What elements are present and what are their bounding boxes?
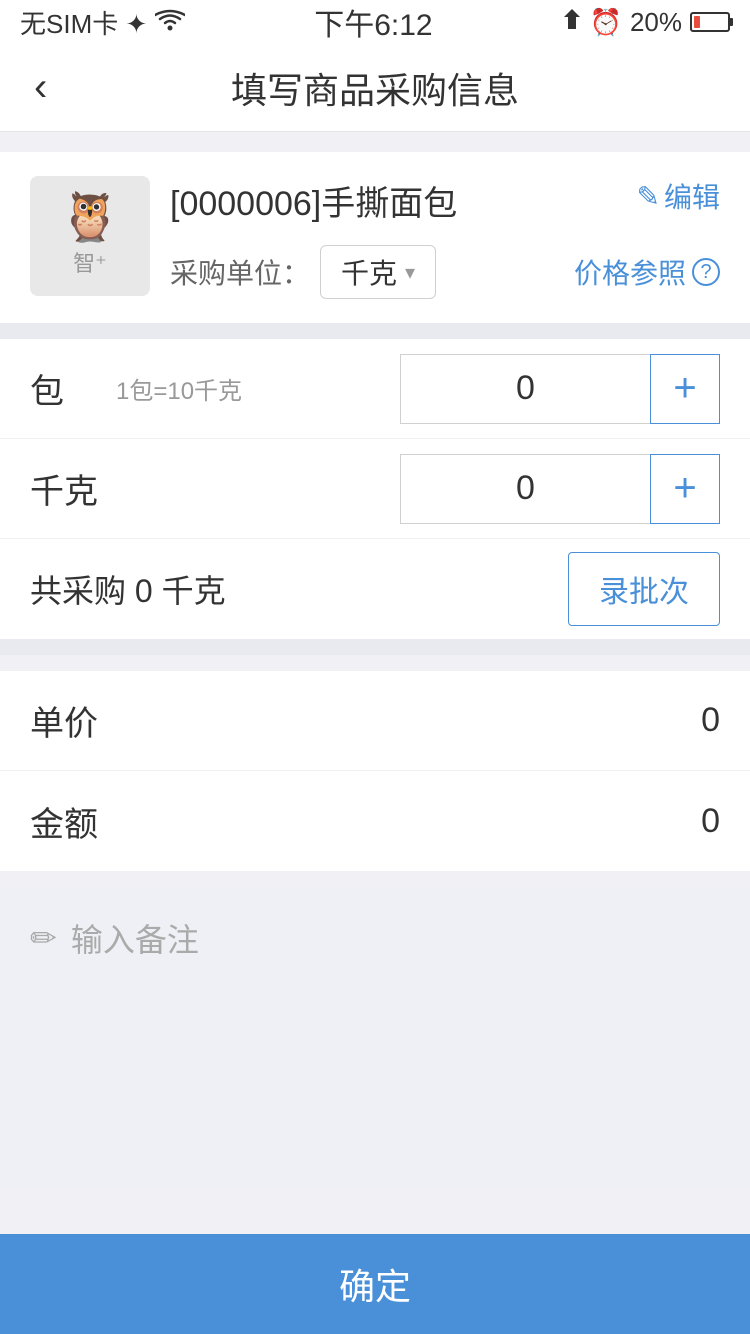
unit-price-value: 0 [701, 701, 720, 740]
bag-plus-button[interactable]: + [650, 354, 720, 424]
product-name: [0000006]手撕面包 [170, 176, 457, 225]
pencil-icon: ✏ [30, 919, 57, 957]
status-time: 下午6:12 [314, 0, 432, 44]
batch-button[interactable]: 录批次 [568, 552, 720, 626]
unit-value: 千克 [341, 252, 397, 292]
bag-label: 包 [30, 364, 110, 413]
bag-sublabel: 1包=10千克 [116, 371, 242, 406]
kg-label: 千克 [30, 464, 110, 513]
edit-label: 编辑 [664, 176, 720, 216]
page-title: 填写商品采购信息 [231, 62, 519, 114]
total-text: 共采购 0 千克 [30, 566, 226, 612]
edit-button[interactable]: ✎ 编辑 [637, 176, 720, 216]
product-name-row: [0000006]手撕面包 ✎ 编辑 [170, 176, 720, 225]
owl-icon: 🦉 [60, 194, 120, 242]
kg-quantity-input[interactable] [400, 454, 650, 524]
bag-input-section: 包 1包=10千克 + 千克 + [0, 339, 750, 539]
unit-price-row: 单价 0 [0, 671, 750, 771]
product-card: 🦉 智⁺ [0000006]手撕面包 ✎ 编辑 采购单位： 千克 ▾ [0, 152, 750, 323]
product-image: 🦉 智⁺ [30, 176, 150, 296]
no-sim-text: 无SIM卡 ✦ [20, 4, 147, 41]
bag-input-right: + [400, 354, 720, 424]
total-batch-row: 共采购 0 千克 录批次 [0, 539, 750, 639]
purchase-unit-row: 采购单位： 千克 ▾ 价格参照 ? [170, 245, 720, 299]
status-bar: 无SIM卡 ✦ 下午6:12 ⏰ 20% [0, 0, 750, 44]
price-ref-label: 价格参照 [574, 252, 686, 292]
amount-label: 金额 [30, 797, 98, 846]
status-right: ⏰ 20% [562, 7, 730, 38]
unit-price-label: 单价 [30, 696, 98, 745]
amount-row: 金额 0 [0, 771, 750, 871]
confirm-button[interactable]: 确定 [0, 1234, 750, 1334]
wifi-icon [155, 7, 185, 38]
bag-quantity-input[interactable] [400, 354, 650, 424]
bottom-area [0, 989, 750, 1189]
nav-bar: ‹ 填写商品采购信息 [0, 44, 750, 132]
back-button[interactable]: ‹ [24, 55, 57, 120]
edit-icon: ✎ [637, 180, 660, 213]
status-left: 无SIM卡 ✦ [20, 4, 185, 41]
kg-input-row: 千克 + [0, 439, 750, 539]
price-ref-button[interactable]: 价格参照 ? [574, 252, 720, 292]
bag-input-row: 包 1包=10千克 + [0, 339, 750, 439]
battery-icon [690, 12, 730, 32]
section-divider-1 [0, 323, 750, 339]
remark-placeholder: 输入备注 [71, 915, 199, 961]
kg-plus-button[interactable]: + [650, 454, 720, 524]
remark-section[interactable]: ✏ 输入备注 [0, 887, 750, 989]
purchase-unit-label: 采购单位： [170, 252, 310, 292]
amount-value: 0 [701, 802, 720, 841]
kg-input-right: + [400, 454, 720, 524]
product-info: [0000006]手撕面包 ✎ 编辑 采购单位： 千克 ▾ 价格参照 ? [170, 176, 720, 299]
owl-label: 智⁺ [60, 246, 120, 278]
main-content: 🦉 智⁺ [0000006]手撕面包 ✎ 编辑 采购单位： 千克 ▾ [0, 152, 750, 1289]
battery-percent: 20% [630, 7, 682, 38]
location-icon [562, 7, 582, 38]
price-section: 单价 0 金额 0 [0, 671, 750, 871]
chevron-down-icon: ▾ [405, 260, 415, 285]
alarm-icon: ⏰ [590, 7, 622, 38]
price-ref-help-icon: ? [692, 258, 720, 286]
unit-select[interactable]: 千克 ▾ [320, 245, 436, 299]
section-divider-2 [0, 639, 750, 655]
